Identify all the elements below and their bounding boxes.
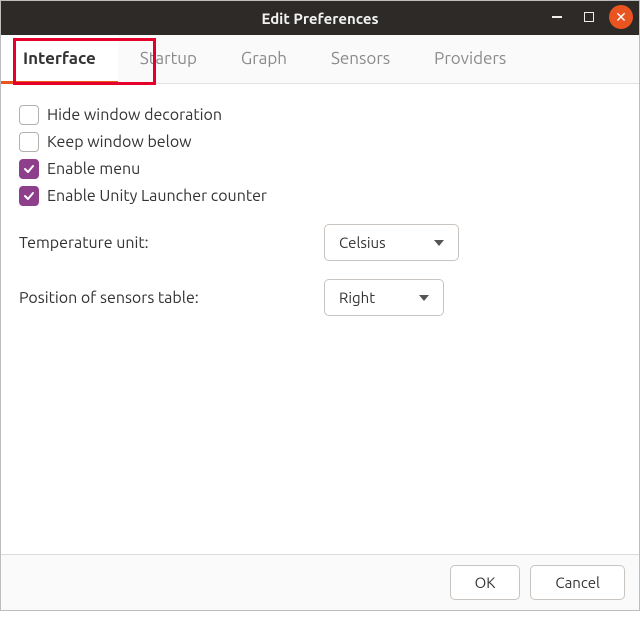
label-temperature-unit: Temperature unit:: [19, 234, 324, 252]
tab-sensors[interactable]: Sensors: [309, 35, 412, 83]
checkbox-row-unity-counter[interactable]: Enable Unity Launcher counter: [19, 186, 621, 206]
tab-startup[interactable]: Startup: [118, 35, 219, 83]
tab-interface[interactable]: Interface: [1, 35, 118, 84]
window-title: Edit Preferences: [261, 10, 378, 27]
window-controls: ✕: [545, 5, 633, 29]
tab-area: Interface Startup Graph Sensors Provider…: [1, 35, 639, 84]
tabs: Interface Startup Graph Sensors Provider…: [1, 35, 639, 84]
row-temperature-unit: Temperature unit: Celsius: [19, 224, 621, 261]
select-value: Right: [339, 289, 375, 306]
tab-providers[interactable]: Providers: [412, 35, 528, 83]
checkbox-keep-below[interactable]: [19, 132, 39, 152]
select-sensors-position[interactable]: Right: [324, 279, 444, 316]
select-value: Celsius: [339, 234, 386, 251]
checkbox-row-keep-below[interactable]: Keep window below: [19, 132, 621, 152]
checkbox-row-enable-menu[interactable]: Enable menu: [19, 159, 621, 179]
checkbox-label: Enable menu: [47, 160, 140, 178]
chevron-down-icon: [419, 295, 429, 301]
ok-button[interactable]: OK: [450, 565, 521, 600]
check-icon: [23, 163, 35, 175]
row-sensors-position: Position of sensors table: Right: [19, 279, 621, 316]
select-temperature-unit[interactable]: Celsius: [324, 224, 459, 261]
preferences-window: Edit Preferences ✕ Interface Startup Gra…: [0, 0, 640, 611]
checkbox-label: Hide window decoration: [47, 106, 222, 124]
dialog-footer: OK Cancel: [1, 554, 639, 610]
check-icon: [23, 190, 35, 202]
checkbox-hide-decoration[interactable]: [19, 105, 39, 125]
chevron-down-icon: [434, 240, 444, 246]
close-button[interactable]: ✕: [609, 5, 633, 29]
maximize-button[interactable]: [577, 5, 601, 29]
minimize-icon: [552, 16, 562, 18]
titlebar[interactable]: Edit Preferences ✕: [1, 1, 639, 35]
minimize-button[interactable]: [545, 5, 569, 29]
label-sensors-position: Position of sensors table:: [19, 289, 324, 307]
cancel-button[interactable]: Cancel: [530, 565, 625, 600]
checkbox-label: Enable Unity Launcher counter: [47, 187, 267, 205]
tab-graph[interactable]: Graph: [219, 35, 309, 83]
checkbox-row-hide-decoration[interactable]: Hide window decoration: [19, 105, 621, 125]
checkbox-label: Keep window below: [47, 133, 192, 151]
checkbox-enable-menu[interactable]: [19, 159, 39, 179]
maximize-icon: [584, 12, 594, 22]
close-icon: ✕: [615, 10, 627, 24]
tab-content-interface: Hide window decoration Keep window below…: [1, 84, 639, 554]
checkbox-unity-counter[interactable]: [19, 186, 39, 206]
